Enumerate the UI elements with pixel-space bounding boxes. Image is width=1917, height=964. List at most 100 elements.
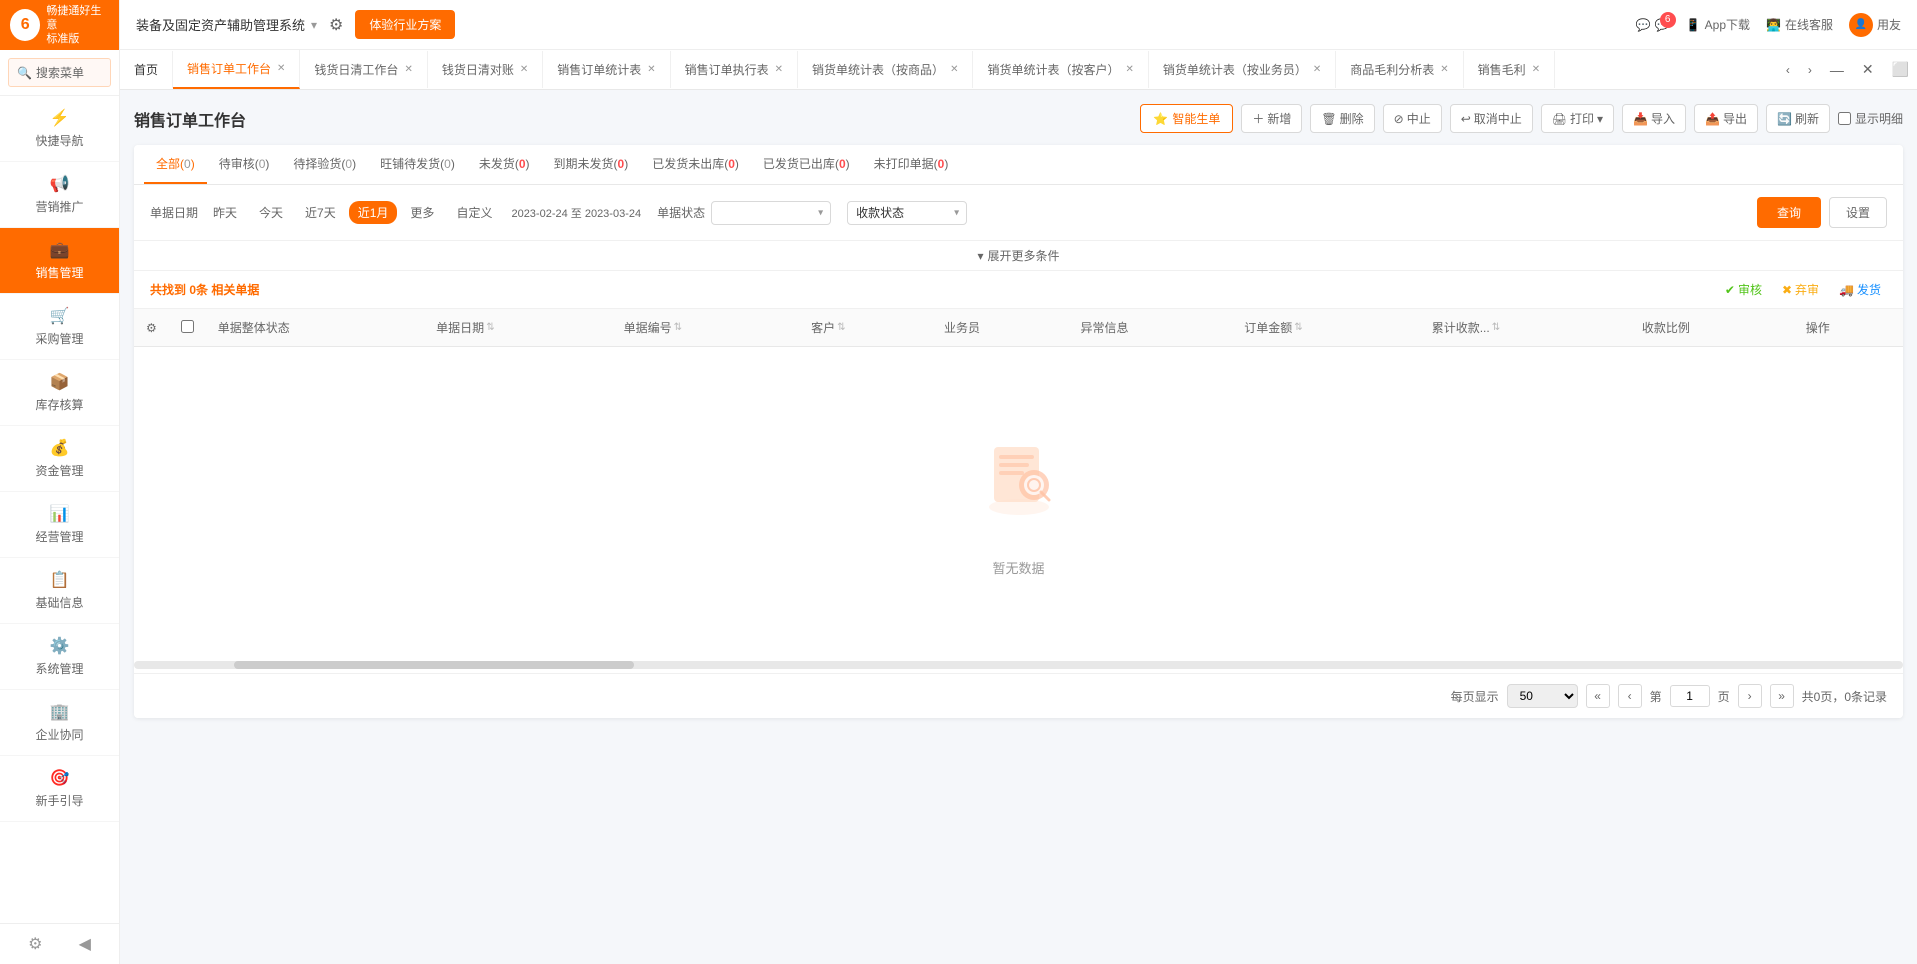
- tab-cash-reconcile[interactable]: 钱货日清对账 ✕: [428, 51, 543, 88]
- tabs-scroll-right[interactable]: ›: [1800, 63, 1820, 77]
- tab-cash-daily[interactable]: 钱货日清工作台 ✕: [300, 51, 427, 88]
- title-dropdown-arrow[interactable]: ▾: [311, 18, 317, 32]
- th-received-sort[interactable]: 累计收款... ⇅: [1432, 319, 1618, 336]
- payment-status-select[interactable]: 收款状态: [847, 201, 967, 225]
- show-detail-checkbox[interactable]: [1838, 112, 1851, 125]
- status-select[interactable]: [711, 201, 831, 225]
- sidebar-item-guide[interactable]: 🎯 新手引导: [0, 756, 119, 822]
- th-date[interactable]: 单据日期 ⇅: [424, 309, 611, 347]
- tab-close-cash-daily[interactable]: ✕: [404, 64, 412, 75]
- first-page-button[interactable]: «: [1586, 684, 1610, 708]
- sidebar-item-finance[interactable]: 💰 资金管理: [0, 426, 119, 492]
- export-button[interactable]: 📤 导出: [1694, 104, 1758, 133]
- sidebar-item-inventory[interactable]: 📦 库存核算: [0, 360, 119, 426]
- sub-tab-pending-review[interactable]: 待审核(0): [207, 145, 282, 184]
- last-page-button[interactable]: »: [1770, 684, 1794, 708]
- sidebar-item-purchase[interactable]: 🛒 采购管理: [0, 294, 119, 360]
- date-btn-more[interactable]: 更多: [401, 201, 443, 224]
- query-button[interactable]: 查询: [1757, 197, 1821, 228]
- sidebar-item-marketing[interactable]: 📢 营销推广: [0, 162, 119, 228]
- th-number-sort[interactable]: 单据编号 ⇅: [624, 319, 787, 336]
- sidebar-item-system[interactable]: ⚙️ 系统管理: [0, 624, 119, 690]
- tabs-minimize-button[interactable]: —: [1822, 62, 1852, 78]
- th-amount[interactable]: 订单金额 ⇅: [1232, 309, 1419, 347]
- approve-button[interactable]: ✔ 审核: [1719, 279, 1768, 300]
- sidebar: 6 畅捷通好生意 标准版 🔍 搜索菜单 ⚡ 快捷导航 📢 营销推广 💼 销售管理…: [0, 0, 120, 964]
- app-download-button[interactable]: 📱 App下载: [1686, 16, 1750, 33]
- smart-create-button[interactable]: ⭐ 智能生单: [1140, 104, 1233, 133]
- online-service-button[interactable]: 👨‍💻 在线客服: [1766, 16, 1833, 33]
- tab-close-cash-reconcile[interactable]: ✕: [520, 64, 528, 75]
- delete-button[interactable]: 🗑 删除: [1310, 104, 1374, 133]
- horizontal-scrollbar[interactable]: [134, 661, 1903, 669]
- sidebar-item-quick-nav[interactable]: ⚡ 快捷导航: [0, 96, 119, 162]
- tabs-close-button[interactable]: ✕: [1854, 61, 1882, 78]
- next-page-button[interactable]: ›: [1738, 684, 1762, 708]
- tabs-restore-button[interactable]: ⬜: [1884, 61, 1917, 78]
- refresh-button[interactable]: 🔄 刷新: [1766, 104, 1830, 133]
- tab-sales-summary-staff[interactable]: 销货单统计表（按业务员） ✕: [1149, 51, 1336, 88]
- sidebar-item-sales[interactable]: 💼 销售管理: [0, 228, 119, 294]
- th-customer[interactable]: 客户 ⇅: [799, 309, 932, 347]
- revoke-button[interactable]: ✖ 弃审: [1776, 279, 1825, 300]
- th-date-sort[interactable]: 单据日期 ⇅: [436, 319, 599, 336]
- sub-tab-pending-check[interactable]: 待择验货(0): [281, 145, 368, 184]
- sidebar-item-operations[interactable]: 📊 经营管理: [0, 492, 119, 558]
- ship-button[interactable]: 🚚 发货: [1833, 279, 1887, 300]
- date-btn-last7[interactable]: 近7天: [296, 201, 345, 224]
- sidebar-item-basic[interactable]: 📋 基础信息: [0, 558, 119, 624]
- tab-sales-summary-product[interactable]: 销货单统计表（按商品） ✕: [798, 51, 973, 88]
- sub-tab-unprinted[interactable]: 未打印单据(0): [862, 145, 961, 184]
- topbar-settings-icon[interactable]: ⚙: [329, 15, 343, 35]
- tab-close-sales-exec[interactable]: ✕: [775, 64, 783, 75]
- page-number-input[interactable]: [1670, 685, 1710, 707]
- user-menu[interactable]: 👤 用友: [1849, 13, 1901, 37]
- tab-sales-stats[interactable]: 销售订单统计表 ✕: [543, 51, 670, 88]
- sidebar-item-enterprise[interactable]: 🏢 企业协同: [0, 690, 119, 756]
- tabs-scroll-left[interactable]: ‹: [1778, 63, 1798, 77]
- date-btn-yesterday[interactable]: 昨天: [204, 201, 246, 224]
- th-amount-sort[interactable]: 订单金额 ⇅: [1244, 319, 1407, 336]
- print-button[interactable]: 🖨 打印 ▾: [1541, 104, 1614, 133]
- sub-tab-shipped-no-out[interactable]: 已发货未出库(0): [640, 145, 751, 184]
- tab-close-sales-summary-staff[interactable]: ✕: [1313, 64, 1321, 75]
- prev-page-button[interactable]: ‹: [1618, 684, 1642, 708]
- tab-sales-profit[interactable]: 销售毛利 ✕: [1464, 51, 1555, 88]
- tab-close-sales-workbench[interactable]: ✕: [277, 63, 285, 74]
- message-button[interactable]: 💬 💬 6: [1636, 18, 1670, 32]
- tab-sales-exec[interactable]: 销售订单执行表 ✕: [671, 51, 798, 88]
- date-btn-custom[interactable]: 自定义: [447, 201, 501, 224]
- date-btn-today[interactable]: 今天: [250, 201, 292, 224]
- cancel-stop-button[interactable]: ↩ 取消中止: [1450, 104, 1533, 133]
- tab-close-sales-stats[interactable]: ✕: [647, 64, 655, 75]
- experience-industry-button[interactable]: 体验行业方案: [355, 10, 455, 39]
- tab-close-sales-profit[interactable]: ✕: [1532, 64, 1540, 75]
- th-number[interactable]: 单据编号 ⇅: [612, 309, 799, 347]
- search-menu-button[interactable]: 🔍 搜索菜单: [8, 58, 111, 87]
- tab-close-sales-summary-product[interactable]: ✕: [950, 64, 958, 75]
- stop-button[interactable]: ⊘ 中止: [1383, 104, 1442, 133]
- th-customer-sort[interactable]: 客户 ⇅: [811, 319, 920, 336]
- sub-tab-unshipped[interactable]: 未发货(0): [467, 145, 542, 184]
- show-detail-label[interactable]: 显示明细: [1838, 110, 1903, 127]
- page-size-select[interactable]: 50 10 20 100: [1507, 684, 1578, 708]
- tab-close-sales-summary-customer[interactable]: ✕: [1125, 64, 1133, 75]
- sub-tab-shipped-out[interactable]: 已发货已出库(0): [751, 145, 862, 184]
- sub-tab-all[interactable]: 全部(0): [144, 145, 207, 184]
- add-button[interactable]: ＋ 新增: [1241, 104, 1302, 133]
- tab-sales-workbench[interactable]: 销售订单工作台 ✕: [173, 50, 300, 89]
- select-all-checkbox[interactable]: [181, 320, 194, 333]
- date-btn-month[interactable]: 近1月: [349, 201, 398, 224]
- sub-tab-overdue-ship[interactable]: 到期未发货(0): [542, 145, 641, 184]
- sidebar-settings-button[interactable]: ⚙: [28, 934, 42, 954]
- sidebar-collapse-button[interactable]: ◀: [79, 934, 91, 954]
- tab-sales-summary-customer[interactable]: 销货单统计表（按客户） ✕: [973, 51, 1148, 88]
- filter-setting-button[interactable]: 设置: [1829, 197, 1887, 228]
- tab-gross-profit[interactable]: 商品毛利分析表 ✕: [1336, 51, 1463, 88]
- expand-conditions-button[interactable]: ▾ 展开更多条件: [977, 247, 1059, 264]
- tab-close-gross-profit[interactable]: ✕: [1440, 64, 1448, 75]
- import-button[interactable]: 📥 导入: [1622, 104, 1686, 133]
- sub-tab-wangpu-ship[interactable]: 旺铺待发货(0): [368, 145, 467, 184]
- th-received[interactable]: 累计收款... ⇅: [1420, 309, 1630, 347]
- tab-home[interactable]: 首页: [120, 51, 173, 88]
